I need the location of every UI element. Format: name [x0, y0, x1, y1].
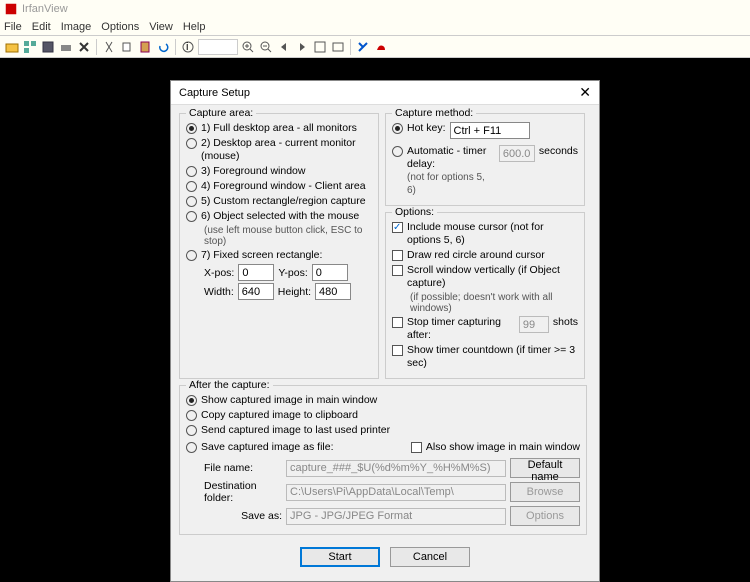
cut-icon[interactable]	[101, 39, 117, 55]
menu-file[interactable]: File	[4, 21, 22, 33]
thumbnails-icon[interactable]	[22, 39, 38, 55]
group-legend: Options:	[392, 206, 437, 218]
dest-input	[286, 484, 506, 501]
chk-circle[interactable]: Draw red circle around cursor	[392, 249, 578, 262]
delete-icon[interactable]	[76, 39, 92, 55]
slideshow-icon[interactable]	[330, 39, 346, 55]
cancel-button[interactable]: Cancel	[390, 547, 470, 567]
options-button: Options	[510, 506, 580, 526]
xpos-input[interactable]	[238, 264, 274, 281]
method-timer[interactable]: Automatic - timer delay: (not for option…	[392, 145, 578, 197]
hotkey-input[interactable]	[450, 122, 530, 139]
next-icon[interactable]	[294, 39, 310, 55]
toolbar: i	[0, 36, 750, 58]
saveas-label: Save as:	[204, 510, 282, 522]
after-print[interactable]: Send captured image to last used printer	[186, 424, 580, 437]
menu-help[interactable]: Help	[183, 21, 206, 33]
opt-foreground-client[interactable]: 4) Foreground window - Client area	[186, 180, 372, 193]
opt-fixed-rect[interactable]: 7) Fixed screen rectangle:	[186, 249, 372, 262]
chk-countdown[interactable]: Show timer countdown (if timer >= 3 sec)	[392, 344, 578, 370]
after-capture-group: After the capture: Show captured image i…	[179, 385, 587, 535]
chk-also-show[interactable]: Also show image in main window	[411, 441, 580, 454]
print-icon[interactable]	[58, 39, 74, 55]
saveas-input	[286, 508, 506, 525]
menu-view[interactable]: View	[149, 21, 173, 33]
save-icon[interactable]	[40, 39, 56, 55]
after-save[interactable]: Save captured image as file:	[186, 441, 407, 454]
capture-method-group: Capture method: Hot key: Automatic - tim…	[385, 113, 585, 206]
group-legend: After the capture:	[186, 379, 273, 391]
prev-icon[interactable]	[276, 39, 292, 55]
dest-label: Destination folder:	[204, 480, 282, 504]
copy-icon[interactable]	[119, 39, 135, 55]
timer-input	[499, 145, 535, 162]
filename-label: File name:	[204, 462, 282, 474]
opt-foreground-window[interactable]: 3) Foreground window	[186, 165, 372, 178]
menu-edit[interactable]: Edit	[32, 21, 51, 33]
zoom-out-icon[interactable]	[258, 39, 274, 55]
height-input[interactable]	[315, 283, 351, 300]
image-icon[interactable]	[312, 39, 328, 55]
options-group: Options: Include mouse cursor (not for o…	[385, 212, 585, 379]
window-titlebar: IrfanView	[0, 0, 750, 18]
settings-icon[interactable]	[355, 39, 371, 55]
opt6-note: (use left mouse button click, ESC to sto…	[186, 225, 372, 247]
start-button[interactable]: Start	[300, 547, 380, 567]
dialog-titlebar: Capture Setup ✕	[171, 81, 599, 105]
width-input[interactable]	[238, 283, 274, 300]
dialog-title: Capture Setup	[179, 87, 250, 99]
chk-cursor[interactable]: Include mouse cursor (not for options 5,…	[392, 221, 578, 247]
xpos-label: X-pos:	[204, 267, 234, 279]
after-copy[interactable]: Copy captured image to clipboard	[186, 409, 580, 422]
menu-bar: File Edit Image Options View Help	[0, 18, 750, 36]
opt-custom-rect[interactable]: 5) Custom rectangle/region capture	[186, 195, 372, 208]
menu-options[interactable]: Options	[101, 21, 139, 33]
ypos-label: Y-pos:	[278, 267, 307, 279]
capture-area-group: Capture area: 1) Full desktop area - all…	[179, 113, 379, 379]
chk-stop-timer[interactable]: Stop timer capturing after: shots	[392, 316, 578, 342]
height-label: Height:	[278, 286, 311, 298]
opt-full-desktop[interactable]: 1) Full desktop area - all monitors	[186, 122, 372, 135]
undo-icon[interactable]	[155, 39, 171, 55]
app-logo-icon	[4, 2, 18, 16]
about-icon[interactable]	[373, 39, 389, 55]
paste-icon[interactable]	[137, 39, 153, 55]
svg-text:i: i	[186, 41, 188, 53]
opt-object-mouse[interactable]: 6) Object selected with the mouse	[186, 210, 372, 223]
capture-setup-dialog: Capture Setup ✕ Capture area: 1) Full de…	[170, 80, 600, 582]
method-hotkey[interactable]: Hot key:	[392, 122, 578, 139]
group-legend: Capture method:	[392, 107, 476, 119]
info-icon[interactable]: i	[180, 39, 196, 55]
ypos-input[interactable]	[312, 264, 348, 281]
browse-button: Browse	[510, 482, 580, 502]
zoom-in-icon[interactable]	[240, 39, 256, 55]
close-icon[interactable]: ✕	[579, 84, 591, 101]
after-show[interactable]: Show captured image in main window	[186, 394, 580, 407]
window-title: IrfanView	[22, 3, 68, 15]
filename-input	[286, 460, 506, 477]
width-label: Width:	[204, 286, 234, 298]
zoom-field[interactable]	[198, 39, 238, 55]
open-icon[interactable]	[4, 39, 20, 55]
stop-after-input	[519, 316, 549, 333]
group-legend: Capture area:	[186, 107, 256, 119]
opt-current-monitor[interactable]: 2) Desktop area - current monitor (mouse…	[186, 137, 372, 163]
chk-scroll[interactable]: Scroll window vertically (if Object capt…	[392, 264, 578, 290]
menu-image[interactable]: Image	[61, 21, 92, 33]
default-name-button[interactable]: Default name	[510, 458, 580, 478]
